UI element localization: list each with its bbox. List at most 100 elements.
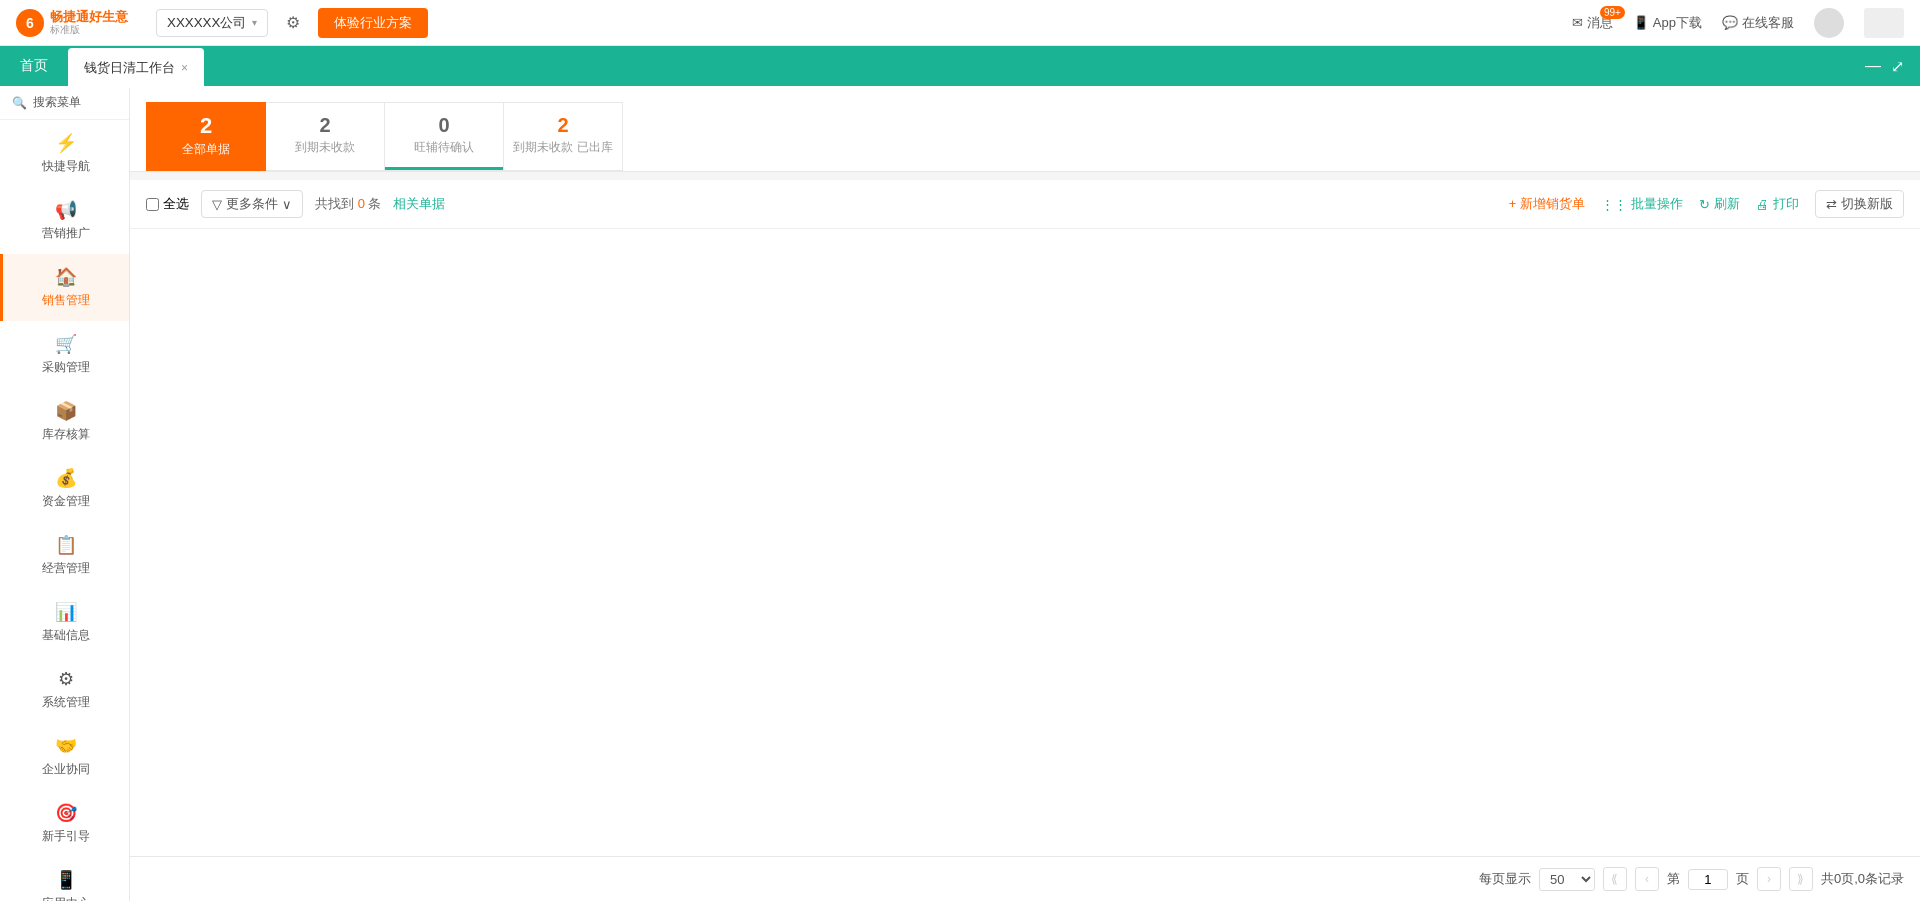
tab-pending-confirm[interactable]: 0 旺辅待确认 [384, 102, 504, 171]
sidebar-item-label: 快捷导航 [42, 158, 90, 175]
tab-overdue-count: 2 [274, 113, 376, 137]
select-all-checkbox[interactable]: 全选 [146, 195, 189, 213]
sidebar-item-inventory[interactable]: 📦 库存核算 [0, 388, 129, 455]
sidebar-item-quick-nav[interactable]: ⚡ 快捷导航 [0, 120, 129, 187]
batch-label: 批量操作 [1631, 195, 1683, 213]
inventory-icon: 📦 [55, 400, 77, 422]
per-page-select[interactable]: 50 100 200 [1539, 868, 1595, 891]
batch-icon: ⋮⋮ [1601, 197, 1627, 212]
message-icon: ✉ [1572, 15, 1583, 30]
next-page-button[interactable]: › [1757, 867, 1781, 891]
sidebar-item-label: 企业协同 [42, 761, 90, 778]
print-button[interactable]: 🖨 打印 [1756, 195, 1799, 213]
sidebar-item-label: 应用中心 [42, 895, 90, 901]
download-icon: 📱 [1633, 15, 1649, 30]
sidebar-item-app-center[interactable]: 📱 应用中心 [0, 857, 129, 901]
refresh-button[interactable]: ↻ 刷新 [1699, 195, 1740, 213]
sidebar-item-marketing[interactable]: 📢 营销推广 [0, 187, 129, 254]
tab-pending-label: 旺辅待确认 [393, 139, 495, 156]
found-count: 0 [358, 196, 365, 211]
online-service-button[interactable]: 💬 在线客服 [1722, 14, 1794, 32]
sidebar-item-label: 新手引导 [42, 828, 90, 845]
batch-button[interactable]: ⋮⋮ 批量操作 [1601, 195, 1683, 213]
settings-button[interactable]: ⚙ [278, 8, 308, 38]
tab-overdue-unshipped-count: 2 [512, 113, 614, 137]
quick-nav-icon: ⚡ [55, 132, 77, 154]
sidebar-item-system[interactable]: ⚙ 系统管理 [0, 656, 129, 723]
tab-close-icon[interactable]: × [181, 61, 188, 75]
related-link[interactable]: 相关单据 [393, 195, 445, 213]
company-name: XXXXXX公司 [167, 14, 246, 32]
switch-icon: ⇄ [1826, 197, 1837, 212]
sidebar-item-label: 库存核算 [42, 426, 90, 443]
tab-maximize-icon[interactable]: ⤢ [1891, 57, 1904, 76]
tab-minimize-icon[interactable]: — [1865, 57, 1881, 75]
logo-main: 畅捷通好生意 [50, 9, 128, 25]
tab-overdue-unpaid[interactable]: 2 到期未收款 [265, 102, 385, 171]
page-input[interactable] [1688, 869, 1728, 890]
system-icon: ⚙ [58, 668, 74, 690]
tab-overdue-unshipped-label: 到期未收款 已出库 [512, 139, 614, 156]
select-all-input[interactable] [146, 198, 159, 211]
switch-new-version-button[interactable]: ⇄ 切换新版 [1815, 190, 1904, 218]
tab-active[interactable]: 钱货日清工作台 × [68, 48, 204, 88]
trial-button[interactable]: 体验行业方案 [318, 8, 428, 38]
sidebar-item-purchase[interactable]: 🛒 采购管理 [0, 321, 129, 388]
sidebar-item-label: 采购管理 [42, 359, 90, 376]
switch-label: 切换新版 [1841, 195, 1893, 213]
page-unit: 页 [1736, 870, 1749, 888]
sidebar: 🔍 搜索菜单 ⚡ 快捷导航 📢 营销推广 🏠 销售管理 🛒 采购管理 📦 库存核… [0, 86, 130, 901]
sidebar-item-guide[interactable]: 🎯 新手引导 [0, 790, 129, 857]
cooperation-icon: 🤝 [55, 735, 77, 757]
status-tabs: 2 全部单据 2 到期未收款 0 旺辅待确认 2 到期未收款 已出库 [130, 86, 1920, 172]
logo-area: 6 畅捷通好生意 标准版 [16, 9, 146, 37]
filter-label: 更多条件 [226, 195, 278, 213]
tab-overdue-label: 到期未收款 [274, 139, 376, 156]
top-header: 6 畅捷通好生意 标准版 XXXXXX公司 ▾ ⚙ 体验行业方案 ✉ 消息 99… [0, 0, 1920, 46]
company-selector[interactable]: XXXXXX公司 ▾ [156, 9, 268, 37]
tab-home[interactable]: 首页 [0, 46, 68, 86]
message-button[interactable]: ✉ 消息 99+ [1572, 14, 1613, 32]
sidebar-item-label: 经营管理 [42, 560, 90, 577]
logo-sub: 标准版 [50, 24, 128, 36]
last-page-button[interactable]: ⟫ [1789, 867, 1813, 891]
sidebar-item-cooperation[interactable]: 🤝 企业协同 [0, 723, 129, 790]
sidebar-item-basic-info[interactable]: 📊 基础信息 [0, 589, 129, 656]
online-service-label: 在线客服 [1742, 14, 1794, 32]
toolbar: 全选 ▽ 更多条件 ∨ 共找到 0 条 相关单据 + 新增销货单 ⋮⋮ 批量操作 [130, 180, 1920, 229]
tab-overdue-unshipped[interactable]: 2 到期未收款 已出库 [503, 102, 623, 171]
refresh-icon: ↻ [1699, 197, 1710, 212]
sales-icon: 🏠 [55, 266, 77, 288]
total-text: 共0页,0条记录 [1821, 870, 1904, 888]
chevron-down-icon: ∨ [282, 197, 292, 212]
add-order-button[interactable]: + 新增销货单 [1509, 195, 1585, 213]
pagination: 每页显示 50 100 200 ⟪ ‹ 第 页 › ⟫ 共0页,0条记录 [130, 856, 1920, 901]
basic-info-icon: 📊 [55, 601, 77, 623]
refresh-label: 刷新 [1714, 195, 1740, 213]
header-right: ✉ 消息 99+ 📱 App下载 💬 在线客服 [1572, 8, 1904, 38]
user-name-area [1864, 8, 1904, 38]
marketing-icon: 📢 [55, 199, 77, 221]
prev-page-button[interactable]: ‹ [1635, 867, 1659, 891]
sidebar-item-capital[interactable]: 💰 资金管理 [0, 455, 129, 522]
tab-label: 钱货日清工作台 [84, 59, 175, 77]
app-download-button[interactable]: 📱 App下载 [1633, 14, 1702, 32]
avatar[interactable] [1814, 8, 1844, 38]
first-page-button[interactable]: ⟪ [1603, 867, 1627, 891]
print-label: 打印 [1773, 195, 1799, 213]
sidebar-item-label: 营销推广 [42, 225, 90, 242]
sidebar-item-operations[interactable]: 📋 经营管理 [0, 522, 129, 589]
found-text: 共找到 0 条 [315, 195, 381, 213]
main-layout: 🔍 搜索菜单 ⚡ 快捷导航 📢 营销推广 🏠 销售管理 🛒 采购管理 📦 库存核… [0, 86, 1920, 901]
sidebar-item-sales[interactable]: 🏠 销售管理 [0, 254, 129, 321]
sidebar-item-label: 系统管理 [42, 694, 90, 711]
filter-button[interactable]: ▽ 更多条件 ∨ [201, 190, 303, 218]
app-download-label: App下载 [1653, 14, 1702, 32]
table-area [130, 229, 1920, 856]
sidebar-item-label: 基础信息 [42, 627, 90, 644]
toolbar-right: + 新增销货单 ⋮⋮ 批量操作 ↻ 刷新 🖨 打印 ⇄ 切换新版 [1509, 190, 1904, 218]
purchase-icon: 🛒 [55, 333, 77, 355]
sidebar-search[interactable]: 🔍 搜索菜单 [0, 86, 129, 120]
logo-icon: 6 [16, 9, 44, 37]
tab-all[interactable]: 2 全部单据 [146, 102, 266, 171]
